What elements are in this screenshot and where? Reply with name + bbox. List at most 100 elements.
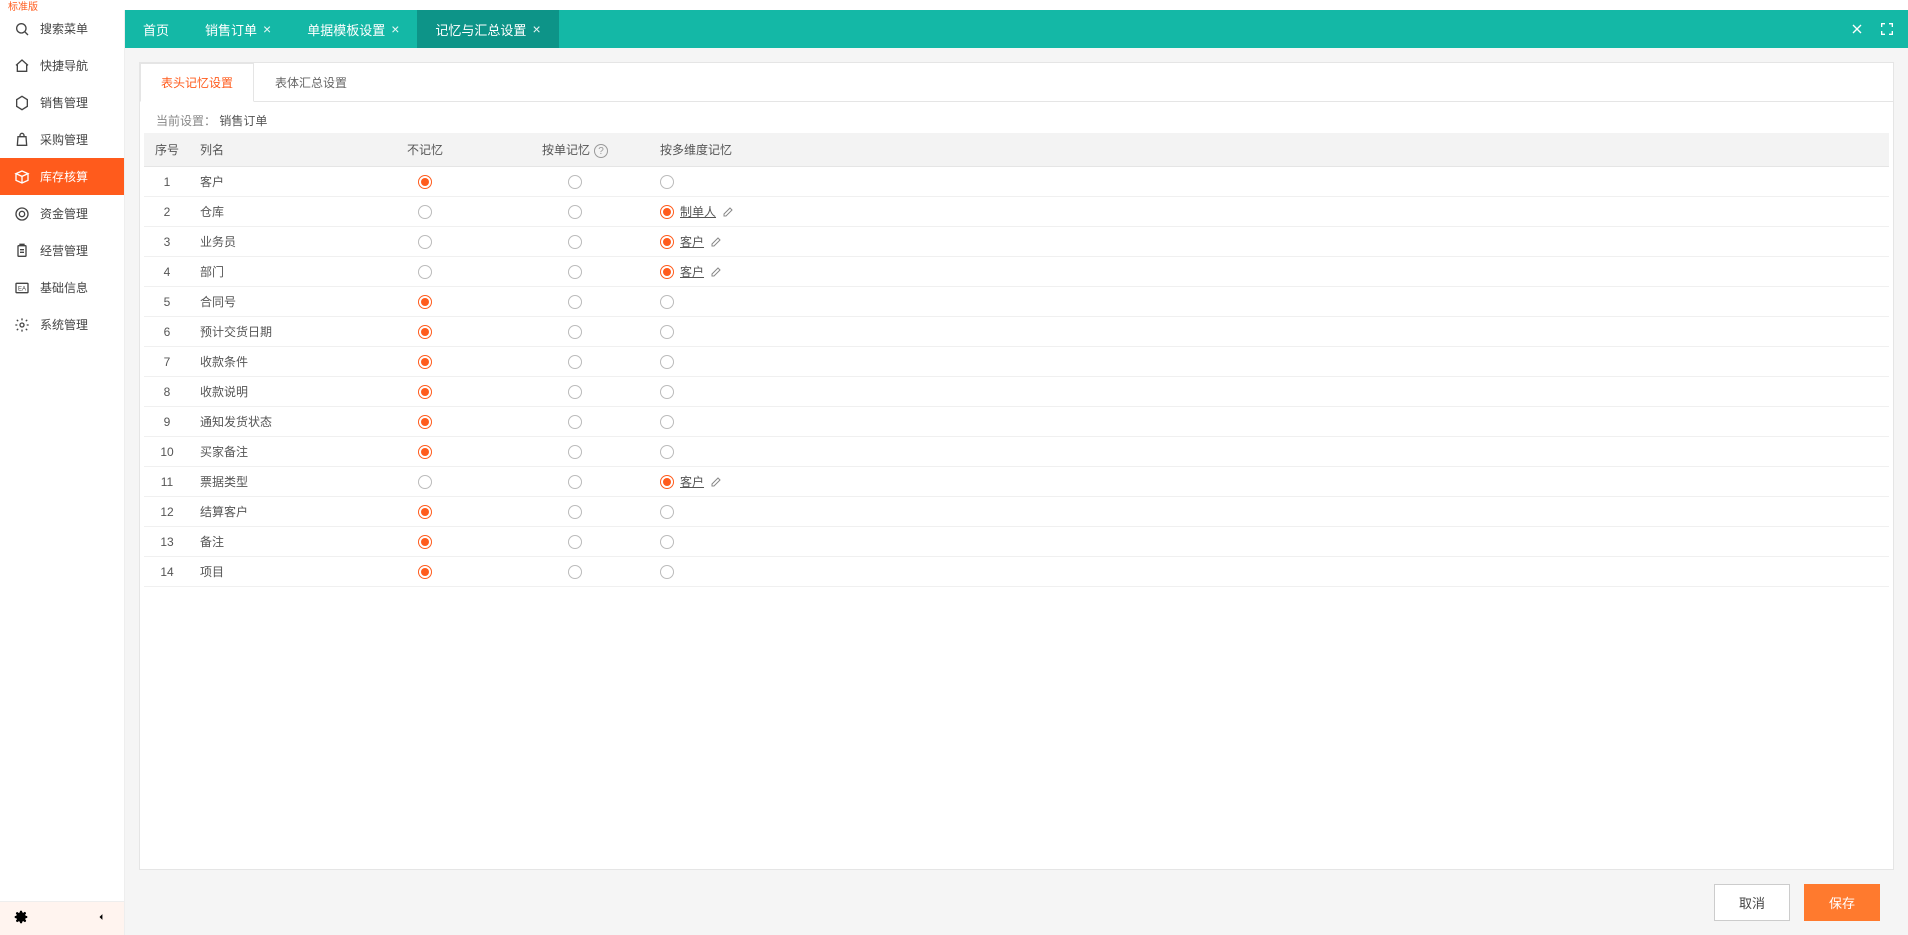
radio-bybill[interactable] bbox=[568, 445, 582, 459]
radio-nomem[interactable] bbox=[418, 235, 432, 249]
radio-nomem[interactable] bbox=[418, 505, 432, 519]
edit-icon[interactable] bbox=[710, 236, 722, 248]
dim-link[interactable]: 客户 bbox=[680, 473, 704, 490]
table-row: 8收款说明 bbox=[144, 377, 1889, 407]
radio-multi[interactable] bbox=[660, 565, 674, 579]
radio-bybill[interactable] bbox=[568, 175, 582, 189]
table-row: 10买家备注 bbox=[144, 437, 1889, 467]
th-name: 列名 bbox=[190, 133, 350, 167]
radio-multi[interactable] bbox=[660, 415, 674, 429]
collapse-icon[interactable] bbox=[96, 910, 110, 927]
help-icon[interactable]: ? bbox=[594, 144, 608, 158]
radio-nomem[interactable] bbox=[418, 565, 432, 579]
cell-name: 合同号 bbox=[190, 287, 350, 317]
radio-nomem[interactable] bbox=[418, 355, 432, 369]
save-button[interactable]: 保存 bbox=[1804, 884, 1880, 921]
gear-icon bbox=[14, 317, 30, 333]
sidebar-item-1[interactable]: 快捷导航 bbox=[0, 47, 124, 84]
radio-multi[interactable] bbox=[660, 235, 674, 249]
radio-multi[interactable] bbox=[660, 505, 674, 519]
cell-seq: 1 bbox=[144, 167, 190, 197]
edition-badge: 标准版 bbox=[8, 0, 38, 13]
radio-bybill[interactable] bbox=[568, 325, 582, 339]
tab-label: 单据模板设置 bbox=[307, 20, 385, 39]
clipboard-icon bbox=[14, 243, 30, 259]
radio-nomem[interactable] bbox=[418, 265, 432, 279]
tab-0[interactable]: 首页 bbox=[125, 10, 187, 48]
radio-bybill[interactable] bbox=[568, 385, 582, 399]
sidebar-item-2[interactable]: 销售管理 bbox=[0, 84, 124, 121]
radio-nomem[interactable] bbox=[418, 175, 432, 189]
sidebar-item-label: 系统管理 bbox=[40, 316, 88, 333]
radio-multi[interactable] bbox=[660, 385, 674, 399]
sidebar-item-0[interactable]: 搜索菜单 bbox=[0, 10, 124, 47]
radio-multi[interactable] bbox=[660, 175, 674, 189]
sidebar-item-label: 采购管理 bbox=[40, 131, 88, 148]
radio-nomem[interactable] bbox=[418, 445, 432, 459]
table-row: 3业务员客户 bbox=[144, 227, 1889, 257]
close-all-icon[interactable] bbox=[1848, 20, 1866, 38]
radio-multi[interactable] bbox=[660, 295, 674, 309]
radio-multi[interactable] bbox=[660, 325, 674, 339]
cell-name: 项目 bbox=[190, 557, 350, 587]
radio-nomem[interactable] bbox=[418, 385, 432, 399]
radio-bybill[interactable] bbox=[568, 535, 582, 549]
radio-bybill[interactable] bbox=[568, 235, 582, 249]
cell-seq: 13 bbox=[144, 527, 190, 557]
radio-nomem[interactable] bbox=[418, 325, 432, 339]
sidebar-item-6[interactable]: 经营管理 bbox=[0, 232, 124, 269]
th-seq: 序号 bbox=[144, 133, 190, 167]
dim-link[interactable]: 制单人 bbox=[680, 203, 716, 220]
radio-bybill[interactable] bbox=[568, 355, 582, 369]
edit-icon[interactable] bbox=[710, 476, 722, 488]
cell-seq: 12 bbox=[144, 497, 190, 527]
dim-link[interactable]: 客户 bbox=[680, 263, 704, 280]
sidebar-item-4[interactable]: 库存核算 bbox=[0, 158, 124, 195]
radio-multi[interactable] bbox=[660, 535, 674, 549]
edit-icon[interactable] bbox=[710, 266, 722, 278]
sidebar-item-3[interactable]: 采购管理 bbox=[0, 121, 124, 158]
cell-seq: 3 bbox=[144, 227, 190, 257]
tab-1[interactable]: 销售订单× bbox=[187, 10, 289, 48]
radio-nomem[interactable] bbox=[418, 205, 432, 219]
fullscreen-icon[interactable] bbox=[1878, 20, 1896, 38]
close-icon[interactable]: × bbox=[391, 22, 399, 36]
radio-nomem[interactable] bbox=[418, 295, 432, 309]
bag-icon bbox=[14, 132, 30, 148]
cell-seq: 10 bbox=[144, 437, 190, 467]
close-icon[interactable]: × bbox=[263, 22, 271, 36]
radio-nomem[interactable] bbox=[418, 415, 432, 429]
inner-tab-0[interactable]: 表头记忆设置 bbox=[140, 63, 254, 102]
sidebar-item-5[interactable]: 资金管理 bbox=[0, 195, 124, 232]
radio-bybill[interactable] bbox=[568, 265, 582, 279]
radio-multi[interactable] bbox=[660, 265, 674, 279]
table-row: 2仓库制单人 bbox=[144, 197, 1889, 227]
table-row: 13备注 bbox=[144, 527, 1889, 557]
radio-multi[interactable] bbox=[660, 445, 674, 459]
sidebar-item-8[interactable]: 系统管理 bbox=[0, 306, 124, 343]
cell-seq: 11 bbox=[144, 467, 190, 497]
dim-link[interactable]: 客户 bbox=[680, 233, 704, 250]
radio-bybill[interactable] bbox=[568, 415, 582, 429]
tab-3[interactable]: 记忆与汇总设置× bbox=[417, 10, 558, 48]
cell-seq: 6 bbox=[144, 317, 190, 347]
close-icon[interactable]: × bbox=[532, 22, 540, 36]
radio-nomem[interactable] bbox=[418, 475, 432, 489]
edit-icon[interactable] bbox=[722, 206, 734, 218]
radio-multi[interactable] bbox=[660, 205, 674, 219]
radio-bybill[interactable] bbox=[568, 505, 582, 519]
radio-multi[interactable] bbox=[660, 475, 674, 489]
radio-multi[interactable] bbox=[660, 355, 674, 369]
sidebar-item-7[interactable]: 基础信息 bbox=[0, 269, 124, 306]
inner-tab-1[interactable]: 表体汇总设置 bbox=[254, 63, 368, 101]
radio-nomem[interactable] bbox=[418, 535, 432, 549]
radio-bybill[interactable] bbox=[568, 205, 582, 219]
radio-bybill[interactable] bbox=[568, 295, 582, 309]
cancel-button[interactable]: 取消 bbox=[1714, 884, 1790, 921]
radio-bybill[interactable] bbox=[568, 475, 582, 489]
sidebar-item-label: 快捷导航 bbox=[40, 57, 88, 74]
tab-2[interactable]: 单据模板设置 × bbox=[289, 10, 417, 48]
radio-bybill[interactable] bbox=[568, 565, 582, 579]
id-icon bbox=[14, 280, 30, 296]
settings-icon[interactable] bbox=[14, 910, 28, 927]
